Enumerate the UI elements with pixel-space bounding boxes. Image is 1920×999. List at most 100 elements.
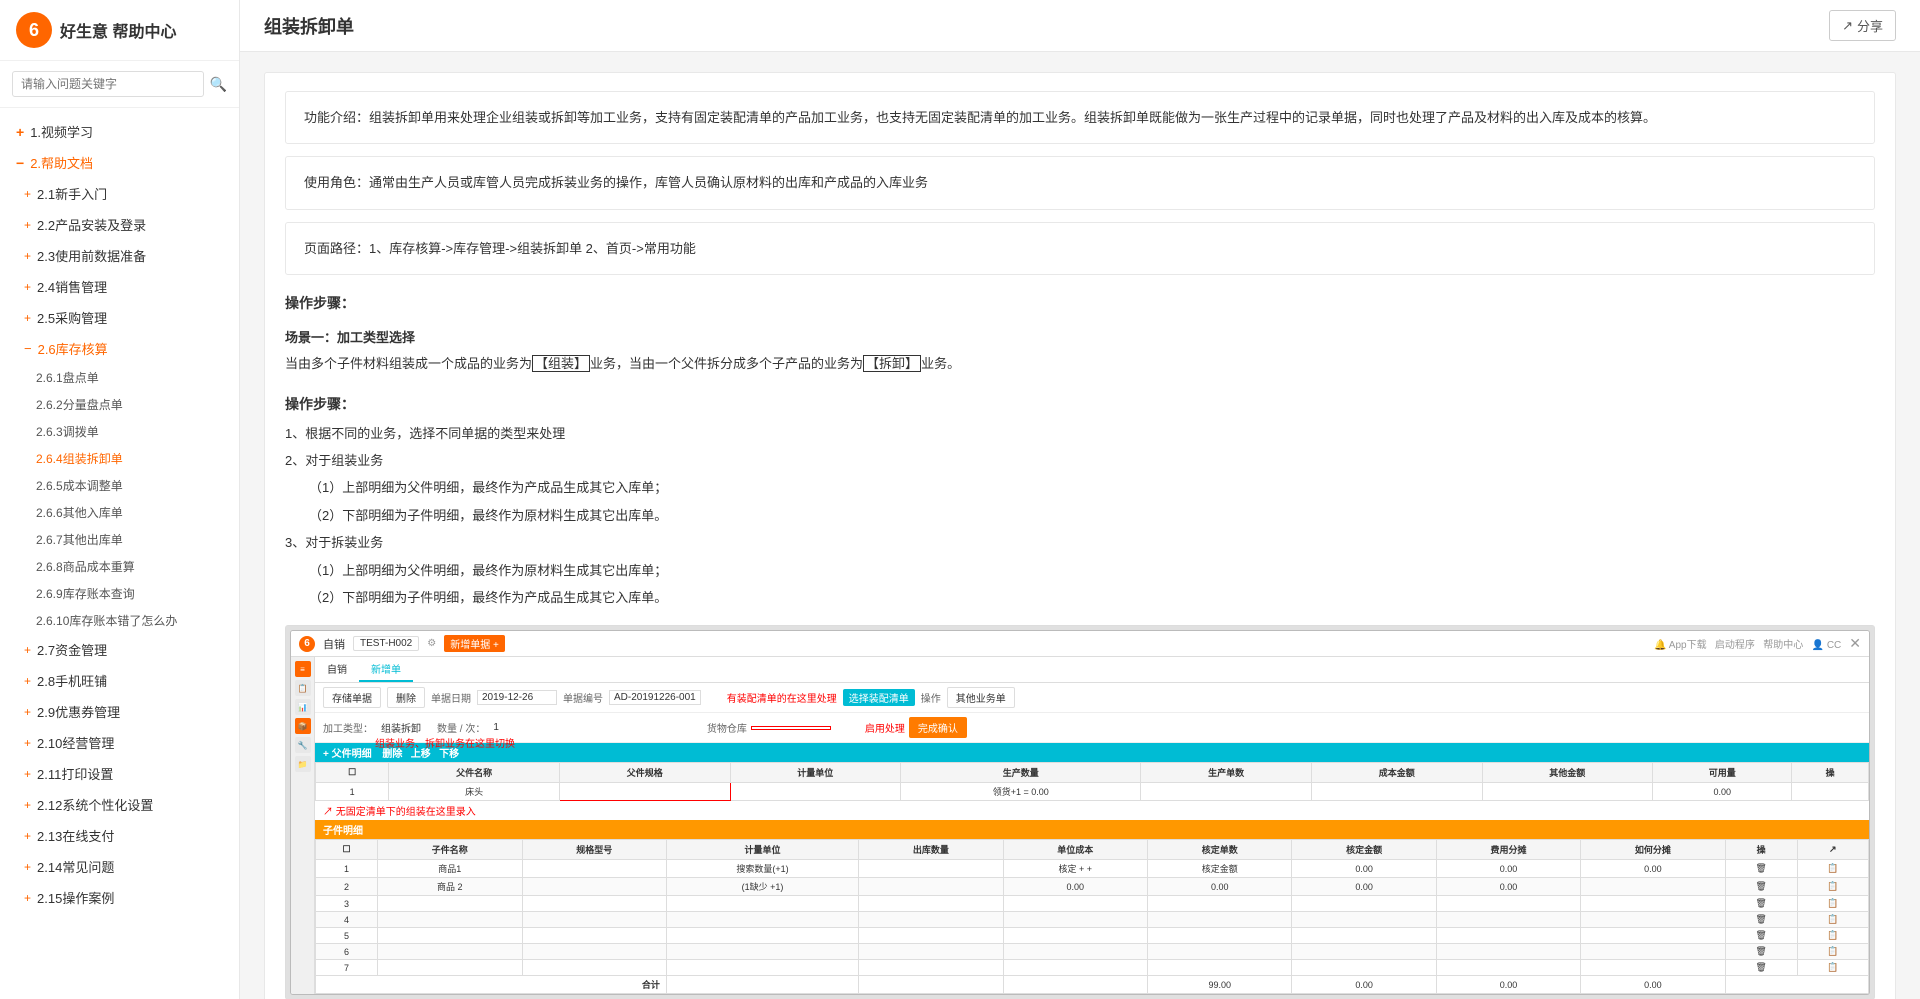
ops-title: 操作步骤： bbox=[285, 293, 1875, 313]
mock-child-section: 子件明细 bbox=[315, 820, 1869, 839]
expand-icon: + bbox=[24, 705, 31, 719]
table-row: 5🗑📋 bbox=[316, 928, 1869, 944]
sidebar-item-label: 2.12系统个性化设置 bbox=[37, 795, 153, 814]
sidebar-item-cases[interactable]: + 2.15操作案例 bbox=[0, 882, 239, 913]
annotation-a3: 组装业务、拆卸业务在这里切换 bbox=[375, 735, 515, 750]
sidebar-item-faq[interactable]: + 2.14常见问题 bbox=[0, 851, 239, 882]
sidebar-item-other-out[interactable]: 2.6.7其他出库单 bbox=[0, 526, 239, 553]
step3-1: （1）上部明细为父件明细，最终作为原材料生成其它出库单； bbox=[309, 559, 1875, 582]
sidebar-item-purchase[interactable]: + 2.5采购管理 bbox=[0, 302, 239, 333]
mock-logo: 6 bbox=[299, 636, 315, 652]
mock-wh-val bbox=[751, 726, 831, 730]
topbar: 组装拆卸单 ↗ 分享 bbox=[240, 0, 1920, 52]
mock-doc-id: TEST-H002 bbox=[353, 636, 419, 651]
search-input[interactable] bbox=[12, 71, 204, 97]
table-row: 2 商品 2 (1缺少 +1) 0.00 0.00 0.00 bbox=[316, 878, 1869, 896]
expand-icon: + bbox=[24, 311, 31, 325]
mock-th: 操 bbox=[1792, 763, 1869, 783]
annotation-a5: ↗ 无固定清单下的组装在这里录入 bbox=[323, 807, 476, 818]
expand-icon: + bbox=[24, 187, 31, 201]
mock-titlebar: 6 自销 TEST-H002 ⚙ 新增单据 + 🔔 App下载 启动程序 帮助中… bbox=[291, 631, 1869, 657]
sidebar-item-coupon[interactable]: + 2.9优惠券管理 bbox=[0, 696, 239, 727]
expand-icon: + bbox=[24, 767, 31, 781]
mock-th: 核定单数 bbox=[1148, 840, 1292, 860]
mock-parent-actions: 删除 上移 下移 bbox=[382, 749, 459, 760]
sidebar-item-inventory-fix[interactable]: 2.6.10库存账本错了怎么办 bbox=[0, 607, 239, 634]
share-button[interactable]: ↗ 分享 bbox=[1829, 10, 1896, 41]
step3-2: （2）下部明细为子件明细，最终作为产成品生成其它入库单。 bbox=[309, 586, 1875, 609]
mock-child-label: 子件明细 bbox=[323, 826, 363, 837]
mock-parent-section: + 父件明细 删除 上移 下移 bbox=[315, 743, 1869, 762]
sidebar-item-label: 2.10经营管理 bbox=[37, 733, 114, 752]
sidebar-item-payment[interactable]: + 2.13在线支付 bbox=[0, 820, 239, 851]
sidebar-item-sales[interactable]: + 2.4销售管理 bbox=[0, 271, 239, 302]
sidebar-item-assembly[interactable]: 2.6.4组装拆卸单 bbox=[0, 445, 239, 472]
intro-block: 功能介绍：组装拆卸单用来处理企业组装或拆卸等加工业务，支持有固定装配清单的产品加… bbox=[285, 91, 1875, 144]
mock-warehouse-row: 货物仓库 启用处理 完成确认 bbox=[707, 717, 967, 738]
mock-action-label: 操作 bbox=[921, 690, 941, 705]
table-row: 4🗑📋 bbox=[316, 912, 1869, 928]
sidebar-item-label: 2.13在线支付 bbox=[37, 826, 114, 845]
mock-sidebar-icon5: 🔧 bbox=[295, 737, 311, 753]
sidebar-item-inventory-query[interactable]: 2.6.9库存账本查询 bbox=[0, 580, 239, 607]
sidebar-item-cost-recalc[interactable]: 2.6.8商品成本重算 bbox=[0, 553, 239, 580]
mock-new-btn: 新增单据 + bbox=[444, 635, 505, 652]
sidebar-item-finance[interactable]: + 2.7资金管理 bbox=[0, 634, 239, 665]
mock-th: 如何分摊 bbox=[1581, 840, 1725, 860]
sidebar-header: 6 好生意 帮助中心 bbox=[0, 0, 239, 61]
step3: 3、对于拆装业务 bbox=[285, 531, 1875, 554]
sidebar-item-label: 2.9优惠券管理 bbox=[37, 702, 120, 721]
mock-type-val: 组装拆卸 bbox=[381, 720, 421, 735]
mock-docnum-label: 单据编号 bbox=[563, 690, 603, 705]
mock-window: 6 自销 TEST-H002 ⚙ 新增单据 + 🔔 App下载 启动程序 帮助中… bbox=[290, 630, 1870, 995]
search-icon[interactable]: 🔍 bbox=[210, 76, 227, 93]
sidebar-item-inventory[interactable]: − 2.6库存核算 bbox=[0, 333, 239, 364]
scene1-title: 场景一：加工类型选择 bbox=[285, 327, 1875, 346]
sidebar-item-cost-adjust[interactable]: 2.6.5成本调整单 bbox=[0, 472, 239, 499]
sidebar-item-ops[interactable]: + 2.10经营管理 bbox=[0, 727, 239, 758]
table-row: 1 商品1 搜索数量(+1) 核定 + + 核定金额 0.00 bbox=[316, 860, 1869, 878]
mock-icons-right: 🔔 App下载 启动程序 帮助中心 👤 CC bbox=[1654, 636, 1841, 651]
mock-parent-label: + 父件明细 bbox=[323, 749, 372, 760]
sidebar-item-other-in[interactable]: 2.6.6其他入库单 bbox=[0, 499, 239, 526]
app-title: 好生意 帮助中心 bbox=[60, 18, 176, 42]
expand-icon: + bbox=[24, 674, 31, 688]
expand-icon: + bbox=[24, 798, 31, 812]
sidebar-item-print[interactable]: + 2.11打印设置 bbox=[0, 758, 239, 789]
sidebar-item-label: 2.2产品安装及登录 bbox=[37, 215, 146, 234]
sidebar-item-label: 2.14常见问题 bbox=[37, 857, 114, 876]
mock-th: 生产数量 bbox=[901, 763, 1141, 783]
mock-count-val: 1 bbox=[493, 722, 499, 733]
nav-tree: + 1.视频学习 − 2.帮助文档 + 2.1新手入门 + 2.2产品安装及登录… bbox=[0, 108, 239, 999]
expand-icon: + bbox=[24, 643, 31, 657]
sidebar-item-label: 2.15操作案例 bbox=[37, 888, 114, 907]
sidebar-item-install[interactable]: + 2.2产品安装及登录 bbox=[0, 209, 239, 240]
sidebar-item-stocktake[interactable]: 2.6.1盘点单 bbox=[0, 364, 239, 391]
mock-other-action: 其他业务单 bbox=[947, 687, 1015, 708]
sidebar-item-customize[interactable]: + 2.12系统个性化设置 bbox=[0, 789, 239, 820]
content-area: 功能介绍：组装拆卸单用来处理企业组装或拆卸等加工业务，支持有固定装配清单的产品加… bbox=[240, 52, 1920, 999]
mock-save-btn: 存储单据 bbox=[323, 687, 381, 708]
mock-wh-label: 货物仓库 bbox=[707, 720, 747, 735]
sidebar-item-mobile[interactable]: + 2.8手机旺铺 bbox=[0, 665, 239, 696]
sidebar-item-label: 2.7资金管理 bbox=[37, 640, 107, 659]
mock-sidebar-icon4: 📦 bbox=[295, 718, 311, 734]
mock-th: ↗ bbox=[1797, 840, 1868, 860]
sidebar-item-transfer[interactable]: 2.6.3调拨单 bbox=[0, 418, 239, 445]
screenshot-container: 6 自销 TEST-H002 ⚙ 新增单据 + 🔔 App下载 启动程序 帮助中… bbox=[285, 625, 1875, 999]
annotation-a1: 有装配清单的在这里处理 bbox=[727, 690, 837, 705]
mock-sidebar-icon6: 📁 bbox=[295, 756, 311, 772]
table-row: 6🗑📋 bbox=[316, 944, 1869, 960]
mock-th: 计量单位 bbox=[730, 763, 901, 783]
sidebar-item-video[interactable]: + 1.视频学习 bbox=[0, 116, 239, 147]
mock-th: 费用分摊 bbox=[1436, 840, 1580, 860]
mock-th: 父件名称 bbox=[389, 763, 560, 783]
sidebar-item-partial-stocktake[interactable]: 2.6.2分量盘点单 bbox=[0, 391, 239, 418]
sidebar-item-help-docs[interactable]: − 2.帮助文档 bbox=[0, 147, 239, 178]
expand-icon: + bbox=[24, 829, 31, 843]
table-footer-row: 合计 99.00 0.00 0.00 0.00 bbox=[316, 976, 1869, 994]
mock-th: 生产单数 bbox=[1141, 763, 1312, 783]
sidebar-item-new-user[interactable]: + 2.1新手入门 bbox=[0, 178, 239, 209]
mock-th: 出库数量 bbox=[859, 840, 1003, 860]
sidebar-item-data-prep[interactable]: + 2.3使用前数据准备 bbox=[0, 240, 239, 271]
